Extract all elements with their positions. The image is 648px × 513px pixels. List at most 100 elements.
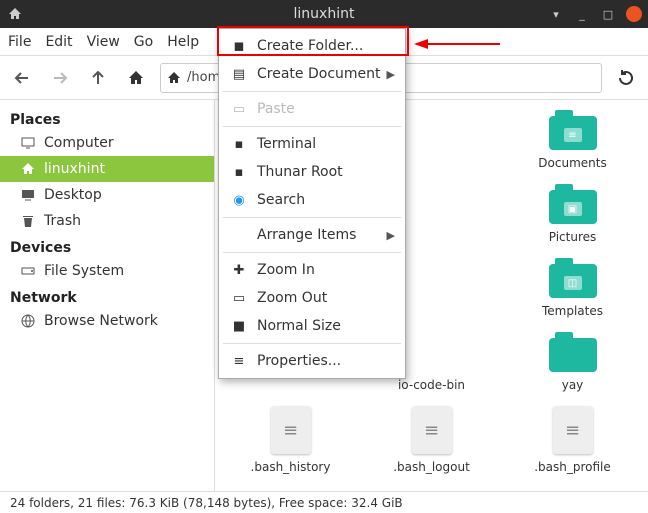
folder-yay[interactable]: yay <box>507 332 638 392</box>
sidebar-heading-places: Places <box>0 106 214 130</box>
context-search[interactable]: ◉ Search <box>219 186 405 214</box>
statusbar: 24 folders, 21 files: 76.3 KiB (78,148 b… <box>0 491 648 513</box>
menu-go[interactable]: Go <box>134 34 153 50</box>
close-button[interactable] <box>626 6 642 22</box>
context-create-folder[interactable]: ◼ Create Folder... <box>219 32 405 60</box>
sidebar-label: File System <box>44 263 124 279</box>
sidebar-label: Trash <box>44 213 81 229</box>
folder-templates[interactable]: ◫ Templates <box>507 258 638 318</box>
sidebar-item-trash[interactable]: Trash <box>0 208 214 234</box>
context-menu: ◼ Create Folder... ▤ Create Document ▶ ▭… <box>218 28 406 379</box>
text-file-icon: ≡ <box>412 406 452 454</box>
nav-back-button[interactable] <box>8 64 36 92</box>
clipboard-icon: ▭ <box>231 101 247 117</box>
file-label: .bash_profile <box>534 460 611 474</box>
menu-file[interactable]: File <box>8 34 31 50</box>
sidebar-item-desktop[interactable]: Desktop <box>0 182 214 208</box>
arrow-left-icon <box>14 70 30 86</box>
context-label: Properties... <box>257 353 341 369</box>
maximize-button[interactable]: □ <box>600 6 616 22</box>
caret-down-icon[interactable]: ▾ <box>548 6 564 22</box>
nav-home-button[interactable] <box>122 64 150 92</box>
app-icon <box>6 7 24 21</box>
menu-help[interactable]: Help <box>167 34 199 50</box>
template-icon: ◫ <box>564 276 582 290</box>
arrow-right-icon <box>52 70 68 86</box>
file-bash-logout[interactable]: ≡ .bash_logout <box>366 406 497 474</box>
desktop-icon <box>20 187 36 203</box>
context-label: Zoom In <box>257 262 315 278</box>
chevron-right-icon: ▶ <box>387 229 395 242</box>
context-terminal[interactable]: ▪ Terminal <box>219 130 405 158</box>
context-label: Search <box>257 192 305 208</box>
sidebar-heading-devices: Devices <box>0 234 214 258</box>
context-label: Create Document <box>257 66 381 82</box>
home-icon <box>167 71 181 85</box>
globe-icon <box>20 313 36 329</box>
reload-icon <box>617 69 635 87</box>
context-paste: ▭ Paste <box>219 95 405 123</box>
context-label: Create Folder... <box>257 38 363 54</box>
context-label: Arrange Items <box>257 227 356 243</box>
reload-button[interactable] <box>612 64 640 92</box>
folder-plus-icon: ◼ <box>231 38 247 54</box>
context-properties[interactable]: ≡ Properties... <box>219 347 405 375</box>
sidebar-heading-network: Network <box>0 284 214 308</box>
file-label: Templates <box>542 304 603 318</box>
document-plus-icon: ▤ <box>231 66 247 82</box>
file-label: Documents <box>538 156 606 170</box>
file-label: io-code-bin <box>398 378 465 392</box>
context-arrange-items[interactable]: Arrange Items ▶ <box>219 221 405 249</box>
text-file-icon: ≡ <box>553 406 593 454</box>
document-icon: ≡ <box>564 128 582 142</box>
context-label: Zoom Out <box>257 290 327 306</box>
context-label: Terminal <box>257 136 316 152</box>
sidebar-item-browse-network[interactable]: Browse Network <box>0 308 214 334</box>
arrow-up-icon <box>90 70 106 86</box>
context-label: Normal Size <box>257 318 341 334</box>
window-titlebar: linuxhint ▾ _ □ <box>0 0 648 28</box>
menu-edit[interactable]: Edit <box>45 34 72 50</box>
file-bash-history[interactable]: ≡ .bash_history <box>225 406 356 474</box>
context-normal-size[interactable]: ■ Normal Size <box>219 312 405 340</box>
sidebar-label: Computer <box>44 135 114 151</box>
context-thunar-root[interactable]: ▪ Thunar Root <box>219 158 405 186</box>
statusbar-text: 24 folders, 21 files: 76.3 KiB (78,148 b… <box>10 496 403 510</box>
context-create-document[interactable]: ▤ Create Document ▶ <box>219 60 405 88</box>
sidebar: Places Computer linuxhint Desktop Trash … <box>0 100 215 491</box>
folder-icon: ▪ <box>231 164 247 180</box>
chevron-right-icon: ▶ <box>387 68 395 81</box>
menu-view[interactable]: View <box>87 34 120 50</box>
window-title: linuxhint <box>294 6 355 22</box>
context-label: Thunar Root <box>257 164 343 180</box>
context-label: Paste <box>257 101 295 117</box>
zoom-in-icon: ✚ <box>231 262 247 278</box>
file-label: .bash_history <box>251 460 331 474</box>
properties-icon: ≡ <box>231 353 247 369</box>
folder-pictures[interactable]: ▣ Pictures <box>507 184 638 244</box>
sidebar-label: Desktop <box>44 187 102 203</box>
image-icon: ▣ <box>564 202 582 216</box>
terminal-icon: ▪ <box>231 136 247 152</box>
file-bash-profile[interactable]: ≡ .bash_profile <box>507 406 638 474</box>
drive-icon <box>20 263 36 279</box>
minimize-button[interactable]: _ <box>574 6 590 22</box>
context-zoom-out[interactable]: ▭ Zoom Out <box>219 284 405 312</box>
text-file-icon: ≡ <box>271 406 311 454</box>
monitor-icon <box>20 135 36 151</box>
search-icon: ◉ <box>231 192 247 208</box>
nav-forward-button[interactable] <box>46 64 74 92</box>
home-icon <box>8 7 22 21</box>
sidebar-label: linuxhint <box>44 161 105 177</box>
context-zoom-in[interactable]: ✚ Zoom In <box>219 256 405 284</box>
zoom-reset-icon: ■ <box>231 318 247 334</box>
sidebar-item-linuxhint[interactable]: linuxhint <box>0 156 214 182</box>
file-label: yay <box>562 378 584 392</box>
sidebar-item-computer[interactable]: Computer <box>0 130 214 156</box>
folder-documents[interactable]: ≡ Documents <box>507 110 638 170</box>
zoom-out-icon: ▭ <box>231 290 247 306</box>
sidebar-item-filesystem[interactable]: File System <box>0 258 214 284</box>
sidebar-label: Browse Network <box>44 313 158 329</box>
nav-up-button[interactable] <box>84 64 112 92</box>
file-label: .bash_logout <box>393 460 470 474</box>
